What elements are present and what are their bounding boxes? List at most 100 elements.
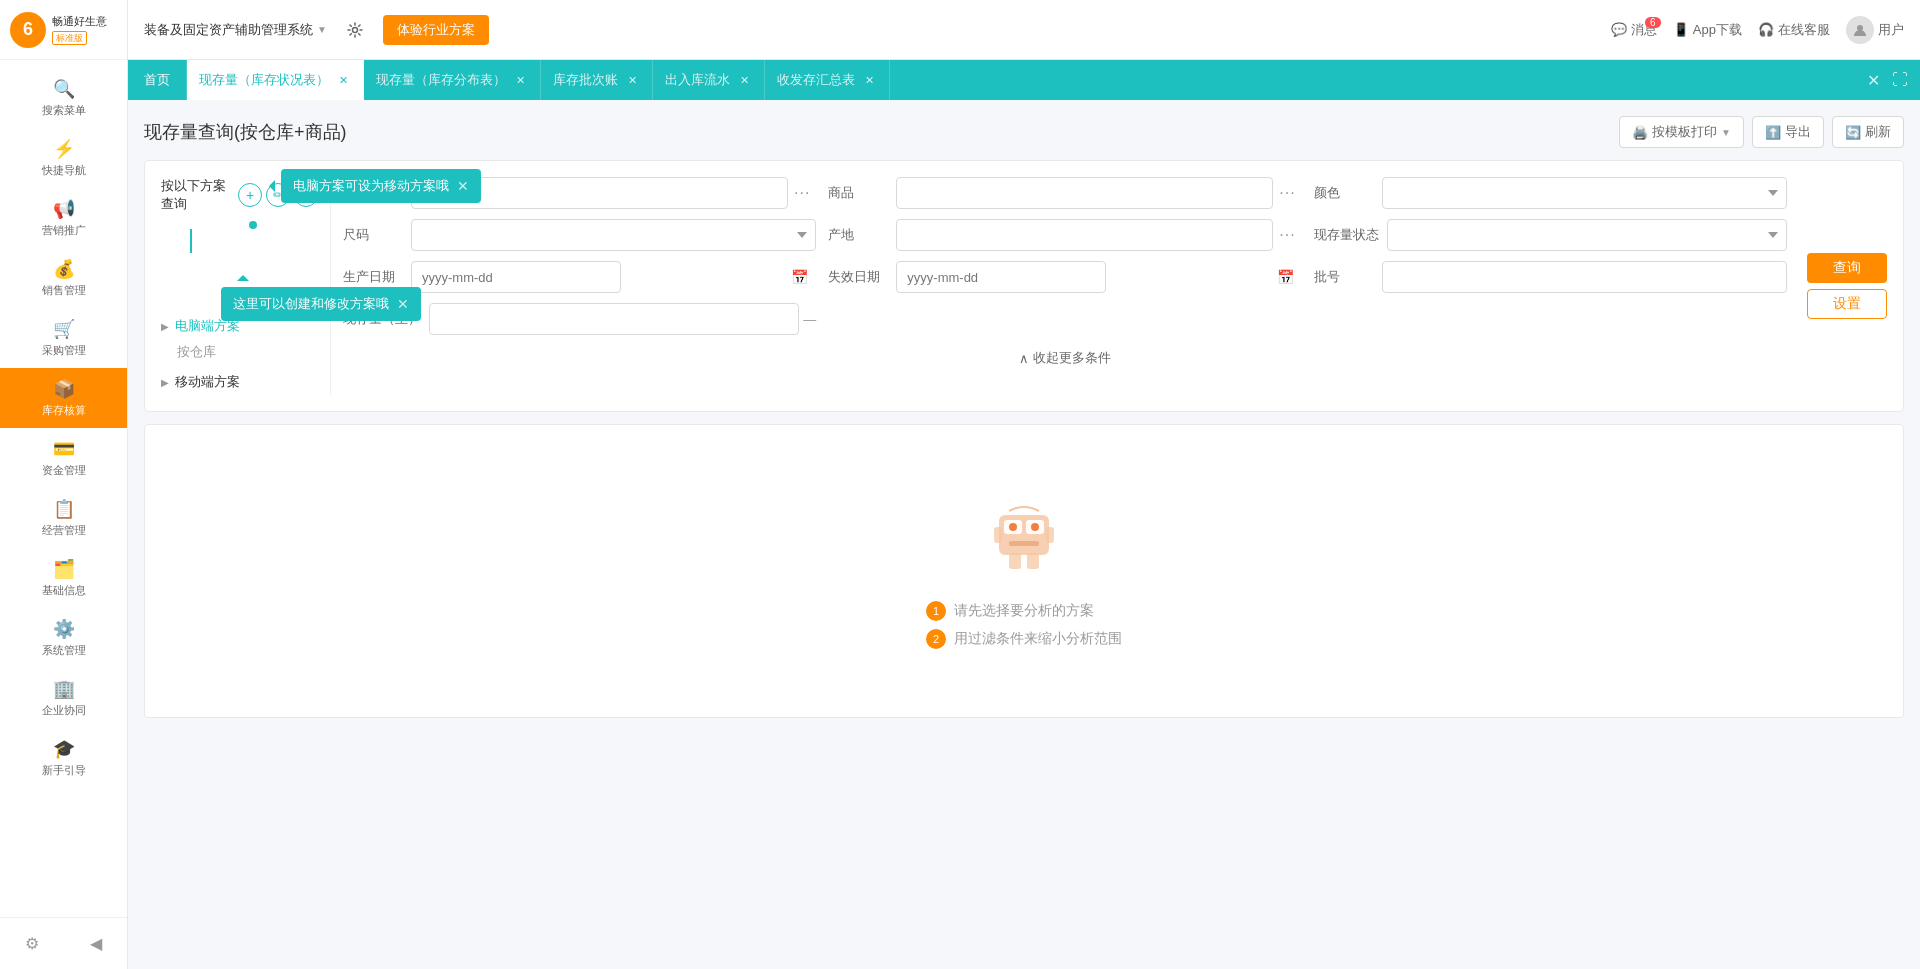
sidebar-item-basic[interactable]: 🗂️ 基础信息	[0, 548, 127, 608]
tab-inventory-dist[interactable]: 现存量（库存分布表） ✕	[364, 60, 541, 100]
message-icon: 💬	[1611, 22, 1627, 37]
reset-button[interactable]: 设置	[1807, 289, 1887, 319]
tab-close-inventory-dist[interactable]: ✕	[512, 72, 528, 88]
size-wrapper	[411, 219, 816, 251]
sidebar-item-system[interactable]: ⚙️ 系统管理	[0, 608, 127, 668]
tab-close-summary[interactable]: ✕	[861, 72, 877, 88]
product-input[interactable]	[896, 177, 1273, 209]
system-selector[interactable]: 装备及固定资产辅助管理系统 ▼	[144, 21, 327, 39]
tab-close-inout-flow[interactable]: ✕	[736, 72, 752, 88]
expire-date-icon[interactable]: 📅	[1277, 269, 1294, 285]
field-size: 尺码	[343, 219, 816, 251]
page-header: 现存量查询(按仓库+商品) 🖨️ 按模板打印 ▼ ⬆️ 导出 🔄 刷新	[144, 116, 1904, 148]
trial-button[interactable]: 体验行业方案	[383, 15, 489, 45]
stock-qty-min[interactable]	[429, 303, 799, 335]
notification-button[interactable]: 💬 消息 6	[1611, 21, 1657, 39]
app-download-button[interactable]: 📱 App下载	[1673, 21, 1742, 39]
tab-close-batch-account[interactable]: ✕	[624, 72, 640, 88]
tab-summary[interactable]: 收发存汇总表 ✕	[765, 60, 890, 100]
sidebar-item-newbie[interactable]: 🎓 新手引导	[0, 728, 127, 788]
add-scheme-btn[interactable]: +	[238, 183, 262, 207]
svg-rect-8	[994, 527, 1002, 543]
warehouse-more-btn[interactable]: ···	[788, 184, 816, 202]
expire-date-wrapper: 📅	[896, 261, 1301, 293]
field-origin: 产地 ···	[828, 219, 1301, 251]
empty-step-1: 1 请先选择要分析的方案	[926, 601, 1122, 621]
sidebar-item-marketing[interactable]: 📢 营销推广	[0, 188, 127, 248]
size-select[interactable]	[411, 219, 816, 251]
sidebar-item-enterprise[interactable]: 🏢 企业协同	[0, 668, 127, 728]
filter-row-3: 生产日期 📅 失效日期	[343, 261, 1787, 293]
refresh-button[interactable]: 🔄 刷新	[1832, 116, 1904, 148]
svg-point-0	[352, 27, 357, 32]
sidebar: 6 畅通好生意 标准版 🔍 搜索菜单 ⚡ 快捷导航 📢 营销推广 💰 销售管理 …	[0, 0, 128, 969]
batch-no-input[interactable]	[1382, 261, 1787, 293]
settings-button[interactable]	[339, 14, 371, 46]
field-stock-status: 现存量状态	[1314, 219, 1787, 251]
finance-icon: 💳	[53, 438, 75, 460]
tab-close-inventory-status[interactable]: ✕	[335, 72, 351, 88]
pc-scheme-subitem-default[interactable]: 按仓库	[177, 339, 318, 365]
tab-batch-account[interactable]: 库存批次账 ✕	[541, 60, 653, 100]
print-dropdown-arrow: ▼	[1721, 127, 1731, 138]
sidebar-item-sales[interactable]: 💰 销售管理	[0, 248, 127, 308]
origin-input[interactable]	[896, 219, 1273, 251]
operation-icon: 📋	[53, 498, 75, 520]
system-icon: ⚙️	[53, 618, 75, 640]
tab-fullscreen-btn[interactable]: ⛶	[1888, 67, 1912, 93]
export-button[interactable]: ⬆️ 导出	[1752, 116, 1824, 148]
svg-rect-9	[1046, 527, 1054, 543]
collapse-btn[interactable]: ∧ 收起更多条件	[1011, 345, 1119, 371]
tab-inventory-status[interactable]: 现存量（库存状况表） ✕	[187, 60, 364, 100]
scheme-expand-arrow: ▶	[161, 321, 169, 332]
user-menu[interactable]: 用户	[1846, 16, 1904, 44]
tab-home[interactable]: 首页	[128, 60, 187, 100]
field-product: 商品 ···	[828, 177, 1301, 209]
origin-more-btn[interactable]: ···	[1273, 226, 1301, 244]
sidebar-nav: 🔍 搜索菜单 ⚡ 快捷导航 📢 营销推广 💰 销售管理 🛒 采购管理 📦 库存核…	[0, 60, 127, 917]
mobile-scheme-item[interactable]: ▶ 移动端方案	[161, 369, 318, 395]
sidebar-item-purchase[interactable]: 🛒 采购管理	[0, 308, 127, 368]
newbie-icon: 🎓	[53, 738, 75, 760]
sidebar-item-guide[interactable]: ⚡ 快捷导航	[0, 128, 127, 188]
print-button[interactable]: 🖨️ 按模板打印 ▼	[1619, 116, 1744, 148]
sidebar-item-finance[interactable]: 💳 资金管理	[0, 428, 127, 488]
filter-row-1: 仓库 ··· 商品 ···	[343, 177, 1787, 209]
color-wrapper	[1382, 177, 1787, 209]
filter-right: 仓库 ··· 商品 ···	[343, 177, 1787, 395]
tab-inout-flow[interactable]: 出入库流水 ✕	[653, 60, 765, 100]
header-left: 装备及固定资产辅助管理系统 ▼ 体验行业方案	[144, 14, 489, 46]
field-batch-no: 批号	[1314, 261, 1787, 293]
stock-status-select[interactable]	[1387, 219, 1787, 251]
search-button[interactable]: 查询	[1807, 253, 1887, 283]
collapse-sidebar-btn[interactable]: ◀	[84, 928, 108, 959]
produce-date-start[interactable]	[411, 261, 621, 293]
mobile-scheme-arrow: ▶	[161, 377, 169, 388]
produce-date-start-icon[interactable]: 📅	[791, 269, 808, 285]
field-expire-date: 失效日期 📅	[828, 261, 1301, 293]
search-col: 查询 设置	[1799, 177, 1887, 395]
product-more-btn[interactable]: ···	[1273, 184, 1301, 202]
edit-popup-close[interactable]: ✕	[397, 296, 409, 312]
svg-rect-7	[1009, 541, 1039, 546]
filter-header: 按以下方案查询 + ✏ ← 电脑方案可设为移动方案哦 ✕	[161, 177, 318, 213]
sales-icon: 💰	[53, 258, 75, 280]
refresh-icon: 🔄	[1845, 125, 1861, 140]
svg-rect-10	[1009, 553, 1021, 569]
logo-text: 畅通好生意 标准版	[52, 14, 107, 46]
expire-date-input[interactable]	[896, 261, 1106, 293]
support-button[interactable]: 🎧 在线客服	[1758, 21, 1830, 39]
basic-icon: 🗂️	[53, 558, 75, 580]
header: 装备及固定资产辅助管理系统 ▼ 体验行业方案 💬 消息 6 📱 App下载 🎧 …	[128, 0, 1920, 60]
tab-close-all-btn[interactable]: ✕	[1863, 67, 1884, 94]
app-logo-icon: 6	[10, 12, 46, 48]
headset-icon: 🎧	[1758, 22, 1774, 37]
inventory-icon: 📦	[53, 378, 75, 400]
sidebar-item-operation[interactable]: 📋 经营管理	[0, 488, 127, 548]
sidebar-item-search[interactable]: 🔍 搜索菜单	[0, 68, 127, 128]
settings-bottom-btn[interactable]: ⚙	[19, 928, 45, 959]
scheme-popup-close[interactable]: ✕	[457, 178, 469, 194]
color-select[interactable]	[1382, 177, 1787, 209]
sidebar-item-inventory[interactable]: 📦 库存核算	[0, 368, 127, 428]
export-icon: ⬆️	[1765, 125, 1781, 140]
